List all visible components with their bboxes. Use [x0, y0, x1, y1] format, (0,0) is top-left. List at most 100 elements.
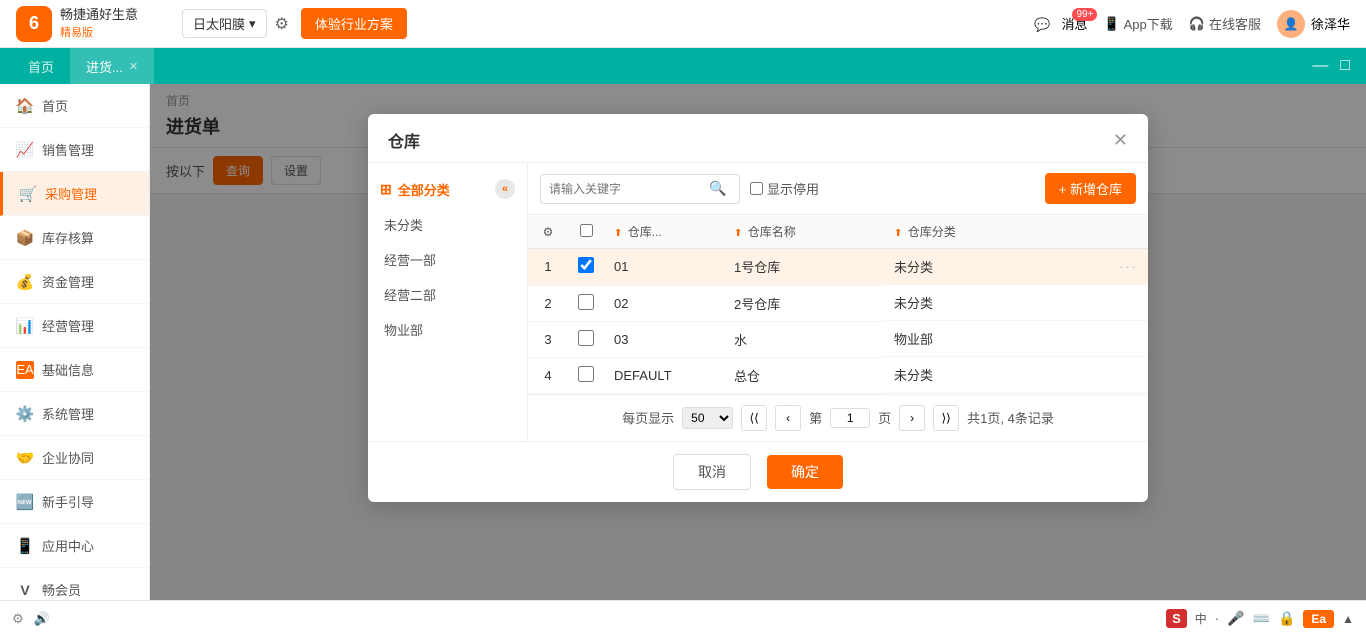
tab-home[interactable]: 首页: [12, 48, 70, 84]
headset-icon: 🎧: [1189, 16, 1205, 32]
modal-header: 仓库 ✕: [368, 114, 1148, 163]
customer-service-button[interactable]: 🎧 在线客服: [1189, 14, 1261, 33]
collapse-button[interactable]: «: [495, 179, 515, 199]
sidebar-item-guide[interactable]: 🆕 新手引导: [0, 480, 149, 524]
col-category[interactable]: ⬆ 仓库分类: [884, 215, 1148, 249]
sidebar-item-sales[interactable]: 📈 销售管理: [0, 128, 149, 172]
sales-icon: 📈: [16, 141, 34, 159]
per-page-select[interactable]: 50 10 20 100: [682, 407, 733, 429]
table-row[interactable]: 4 DEFAULT 总仓 未分类: [528, 357, 1148, 393]
main-layout: 🏠 首页 📈 销售管理 🛒 采购管理 📦 库存核算 💰 资金管理 📊 经营管理 …: [0, 84, 1366, 636]
show-disabled-checkbox-label[interactable]: 显示停用: [750, 179, 819, 198]
maximize-icon[interactable]: □: [1336, 57, 1354, 75]
row-select-checkbox[interactable]: [578, 366, 594, 382]
chinese-input-label: 中: [1195, 610, 1207, 627]
modal-backdrop: 仓库 ✕ ⊞ 全部分类 « 未分类: [150, 84, 1366, 636]
nav-tabs: 首页 进货... ✕ — □: [0, 48, 1366, 84]
category-item-unclassified[interactable]: 未分类: [368, 207, 527, 242]
guide-icon: 🆕: [16, 493, 34, 511]
settings-icon[interactable]: ⚙: [275, 14, 289, 34]
search-wrapper: 🔍: [540, 174, 740, 204]
row-code: 01: [604, 249, 724, 286]
sidebar-item-operations[interactable]: 📊 经营管理: [0, 304, 149, 348]
select-all-checkbox[interactable]: [580, 224, 593, 237]
show-disabled-checkbox[interactable]: [750, 182, 763, 195]
phone-icon: 📱: [1103, 16, 1119, 32]
warehouse-table: ⚙ ⬆ 仓库...: [528, 215, 1148, 394]
row-select-checkbox[interactable]: [578, 330, 594, 346]
industry-button[interactable]: 体验行业方案: [301, 8, 407, 39]
warehouse-modal: 仓库 ✕ ⊞ 全部分类 « 未分类: [368, 114, 1148, 502]
triangle-icon[interactable]: ▲: [1342, 612, 1354, 626]
sidebar-item-purchase[interactable]: 🛒 采购管理: [0, 172, 149, 216]
ea-badge: Ea: [1303, 610, 1334, 628]
sidebar-item-inventory[interactable]: 📦 库存核算: [0, 216, 149, 260]
page-number-input[interactable]: [830, 408, 870, 428]
row-actions[interactable]: ···: [1119, 259, 1138, 274]
row-number: 2: [528, 285, 568, 321]
enterprise-icon: 🤝: [16, 449, 34, 467]
sidebar-item-home[interactable]: 🏠 首页: [0, 84, 149, 128]
keyboard-icon[interactable]: ⌨️: [1253, 610, 1270, 627]
operations-icon: 📊: [16, 317, 34, 335]
speaker-icon[interactable]: 🔊: [34, 611, 50, 627]
col-name[interactable]: ⬆ 仓库名称: [724, 215, 884, 249]
confirm-button[interactable]: 确定: [767, 455, 843, 489]
last-page-button[interactable]: ⟩⟩: [933, 405, 959, 431]
row-category: 物业部: [884, 321, 1148, 357]
pagination: 每页显示 50 10 20 100 ⟨⟨ ‹ 第 页: [528, 394, 1148, 441]
prev-page-button[interactable]: ‹: [775, 405, 801, 431]
modal-close-button[interactable]: ✕: [1113, 130, 1128, 151]
table-row[interactable]: 1 01 1号仓库 未分类 ···: [528, 249, 1148, 286]
apps-icon: 📱: [16, 537, 34, 555]
tab-close-icon[interactable]: ✕: [129, 60, 138, 73]
sidebar-item-system[interactable]: ⚙️ 系统管理: [0, 392, 149, 436]
vip-icon: V: [16, 581, 34, 599]
row-checkbox-cell: [568, 285, 604, 321]
minimize-icon[interactable]: —: [1308, 57, 1332, 75]
app-download-button[interactable]: 📱 App下载: [1103, 14, 1172, 33]
category-sidebar: ⊞ 全部分类 « 未分类 经营一部 经营二部: [368, 163, 528, 441]
avatar: 👤: [1277, 10, 1305, 38]
microphone-icon[interactable]: 🎤: [1227, 610, 1244, 627]
tab-purchase[interactable]: 进货... ✕: [70, 48, 154, 84]
col-checkbox: [568, 215, 604, 249]
add-warehouse-button[interactable]: + 新增仓库: [1045, 173, 1136, 204]
pagination-summary: 共1页, 4条记录: [967, 408, 1054, 427]
sidebar-item-enterprise[interactable]: 🤝 企业协同: [0, 436, 149, 480]
next-page-button[interactable]: ›: [899, 405, 925, 431]
table-row[interactable]: 3 03 水 物业部: [528, 321, 1148, 357]
search-input[interactable]: [549, 182, 709, 196]
sidebar-item-apps[interactable]: 📱 应用中心: [0, 524, 149, 568]
purchase-icon: 🛒: [19, 185, 37, 203]
all-categories-item[interactable]: ⊞ 全部分类 «: [368, 171, 527, 207]
table-settings-icon[interactable]: ⚙: [543, 225, 554, 239]
row-checkbox-cell: [568, 357, 604, 393]
user-profile[interactable]: 👤 徐泽华: [1277, 10, 1350, 38]
modal-title: 仓库: [388, 128, 420, 152]
sort-cat-icon: ⬆: [894, 228, 902, 239]
settings-icon-bottom[interactable]: ⚙: [12, 611, 24, 627]
col-code[interactable]: ⬆ 仓库...: [604, 215, 724, 249]
sidebar-item-basic-info[interactable]: EA 基础信息: [0, 348, 149, 392]
category-item-ops1[interactable]: 经营一部: [368, 242, 527, 277]
notification-button[interactable]: 💬 99+ 消息: [1034, 14, 1087, 33]
row-select-checkbox[interactable]: [578, 294, 594, 310]
row-number: 4: [528, 357, 568, 393]
sidebar-item-finance[interactable]: 💰 资金管理: [0, 260, 149, 304]
notif-count: 99+: [1072, 8, 1097, 21]
category-item-ops2[interactable]: 经营二部: [368, 277, 527, 312]
cancel-button[interactable]: 取消: [673, 454, 751, 490]
first-page-button[interactable]: ⟨⟨: [741, 405, 767, 431]
lock-icon[interactable]: 🔒: [1278, 610, 1295, 627]
table-header-row: ⚙ ⬆ 仓库...: [528, 215, 1148, 249]
row-checkbox-cell: [568, 249, 604, 286]
table-row[interactable]: 2 02 2号仓库 未分类: [528, 285, 1148, 321]
category-item-property[interactable]: 物业部: [368, 312, 527, 347]
store-selector[interactable]: 日太阳膜 ▾: [182, 9, 267, 38]
logo-sub: 精易版: [60, 24, 138, 40]
row-select-checkbox[interactable]: [578, 257, 594, 273]
row-checkbox-cell: [568, 321, 604, 357]
row-code: 02: [604, 285, 724, 321]
nav-right-controls: — □: [1308, 57, 1354, 75]
